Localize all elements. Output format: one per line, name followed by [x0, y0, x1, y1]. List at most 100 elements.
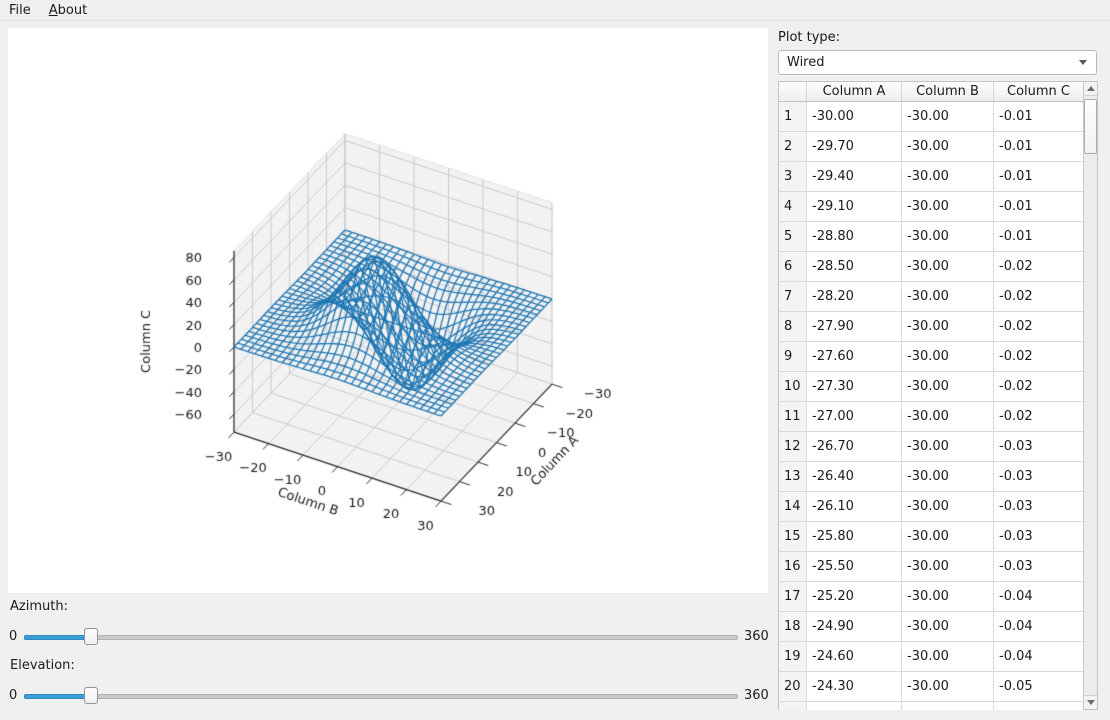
table-cell[interactable]: -0.02	[994, 342, 1083, 371]
table-cell[interactable]: -0.02	[994, 312, 1083, 341]
table-cell[interactable]: -26.10	[807, 492, 902, 521]
table-cell[interactable]: -30.00	[902, 642, 994, 671]
row-number-cell[interactable]: 13	[779, 462, 807, 491]
table-cell[interactable]: -25.20	[807, 582, 902, 611]
scrollbar-up-button[interactable]	[1084, 82, 1097, 96]
table-cell[interactable]: -0.02	[994, 252, 1083, 281]
table-cell[interactable]: -28.50	[807, 252, 902, 281]
table-cell[interactable]: -30.00	[902, 132, 994, 161]
menu-item-about[interactable]: About	[40, 1, 96, 20]
row-number-cell[interactable]: 18	[779, 612, 807, 641]
table-cell[interactable]: -0.01	[994, 192, 1083, 221]
row-number-cell[interactable]: 10	[779, 372, 807, 401]
table-cell[interactable]: -0.02	[994, 372, 1083, 401]
table-cell[interactable]: -30.00	[902, 462, 994, 491]
table-cell[interactable]: -26.70	[807, 432, 902, 461]
table-cell[interactable]: -30.00	[807, 102, 902, 131]
row-number-cell[interactable]: 12	[779, 432, 807, 461]
table-cell[interactable]: -30.00	[902, 522, 994, 551]
table-cell[interactable]: -30.00	[902, 192, 994, 221]
row-number-cell[interactable]: 15	[779, 522, 807, 551]
plot-type-combobox[interactable]: Wired	[778, 50, 1097, 75]
table-cell[interactable]: -29.10	[807, 192, 902, 221]
table-cell[interactable]: -27.30	[807, 372, 902, 401]
row-number-cell[interactable]: 17	[779, 582, 807, 611]
row-number-cell[interactable]: 9	[779, 342, 807, 371]
scrollbar-down-button[interactable]	[1084, 695, 1097, 709]
table-cell[interactable]: -24.90	[807, 612, 902, 641]
table-cell[interactable]: -24.30	[807, 672, 902, 701]
menu-item-file[interactable]: File	[0, 1, 40, 20]
row-number-cell[interactable]: 7	[779, 282, 807, 311]
scrollbar-handle[interactable]	[1084, 99, 1097, 154]
table-cell[interactable]: -30.00	[902, 552, 994, 581]
table-cell[interactable]: -27.60	[807, 342, 902, 371]
table-cell[interactable]: -0.03	[994, 522, 1083, 551]
table-cell[interactable]: -30.00	[902, 312, 994, 341]
row-number-cell[interactable]: 4	[779, 192, 807, 221]
table-cell[interactable]: -0.04	[994, 582, 1083, 611]
table-cell[interactable]: -30.00	[902, 402, 994, 431]
table-corner-header[interactable]	[779, 82, 807, 101]
table-cell[interactable]: -0.01	[994, 132, 1083, 161]
row-number-cell[interactable]: 3	[779, 162, 807, 191]
table-cell[interactable]: -0.01	[994, 222, 1083, 251]
table-cell[interactable]: -30.00	[902, 102, 994, 131]
row-number-cell[interactable]: 19	[779, 642, 807, 671]
elevation-slider-handle[interactable]	[84, 687, 98, 704]
table-cell[interactable]: -0.04	[994, 612, 1083, 641]
table-cell[interactable]: -30.00	[902, 582, 994, 611]
azimuth-slider[interactable]: 0 360	[0, 627, 770, 647]
table-cell[interactable]: -29.70	[807, 132, 902, 161]
table-cell[interactable]: -0.01	[994, 102, 1083, 131]
table-cell[interactable]: -30.00	[902, 492, 994, 521]
arrow-down-icon	[1087, 700, 1095, 705]
column-header[interactable]: Column C	[994, 82, 1083, 101]
table-cell[interactable]: -0.01	[994, 162, 1083, 191]
row-number-cell[interactable]: 8	[779, 312, 807, 341]
table-cell[interactable]: -0.03	[994, 492, 1083, 521]
table-vertical-scrollbar[interactable]	[1083, 82, 1097, 709]
column-header[interactable]: Column B	[902, 82, 994, 101]
table-cell[interactable]: -0.04	[994, 642, 1083, 671]
table-cell[interactable]: -28.80	[807, 222, 902, 251]
table-cell[interactable]: -30.00	[902, 162, 994, 191]
table-cell[interactable]: -24.60	[807, 642, 902, 671]
table-cell[interactable]: -27.90	[807, 312, 902, 341]
table-cell[interactable]: -0.03	[994, 552, 1083, 581]
table-cell[interactable]: -0.03	[994, 432, 1083, 461]
row-number-cell[interactable]: 20	[779, 672, 807, 701]
table-cell[interactable]: -0.02	[994, 402, 1083, 431]
row-number-cell[interactable]: 14	[779, 492, 807, 521]
row-number-cell[interactable]: 6	[779, 252, 807, 281]
table-cell[interactable]: -27.00	[807, 402, 902, 431]
table-cell[interactable]: -30.00	[902, 672, 994, 701]
table-cell[interactable]: -30.00	[902, 612, 994, 641]
table-row: 17-25.20-30.00-0.04	[779, 582, 1097, 612]
table-cell[interactable]: -25.50	[807, 552, 902, 581]
table-cell[interactable]: -30.00	[902, 222, 994, 251]
plot-3d-canvas	[8, 28, 768, 593]
row-number-cell[interactable]: 16	[779, 552, 807, 581]
elevation-slider-groove[interactable]	[24, 694, 738, 699]
row-number-cell[interactable]: 1	[779, 102, 807, 131]
table-cell[interactable]: -30.00	[902, 432, 994, 461]
row-number-cell[interactable]: 2	[779, 132, 807, 161]
row-number-cell[interactable]: 11	[779, 402, 807, 431]
row-number-cell[interactable]: 5	[779, 222, 807, 251]
table-cell[interactable]: -29.40	[807, 162, 902, 191]
table-cell[interactable]: -30.00	[902, 372, 994, 401]
column-header[interactable]: Column A	[807, 82, 902, 101]
table-cell[interactable]: -0.05	[994, 672, 1083, 701]
table-cell[interactable]: -25.80	[807, 522, 902, 551]
table-cell[interactable]: -30.00	[902, 282, 994, 311]
table-cell[interactable]: -30.00	[902, 342, 994, 371]
azimuth-slider-groove[interactable]	[24, 635, 738, 640]
azimuth-slider-handle[interactable]	[84, 628, 98, 645]
elevation-slider[interactable]: 0 360	[0, 686, 770, 706]
table-cell[interactable]: -26.40	[807, 462, 902, 491]
table-cell[interactable]: -0.02	[994, 282, 1083, 311]
table-cell[interactable]: -28.20	[807, 282, 902, 311]
table-cell[interactable]: -0.03	[994, 462, 1083, 491]
table-cell[interactable]: -30.00	[902, 252, 994, 281]
